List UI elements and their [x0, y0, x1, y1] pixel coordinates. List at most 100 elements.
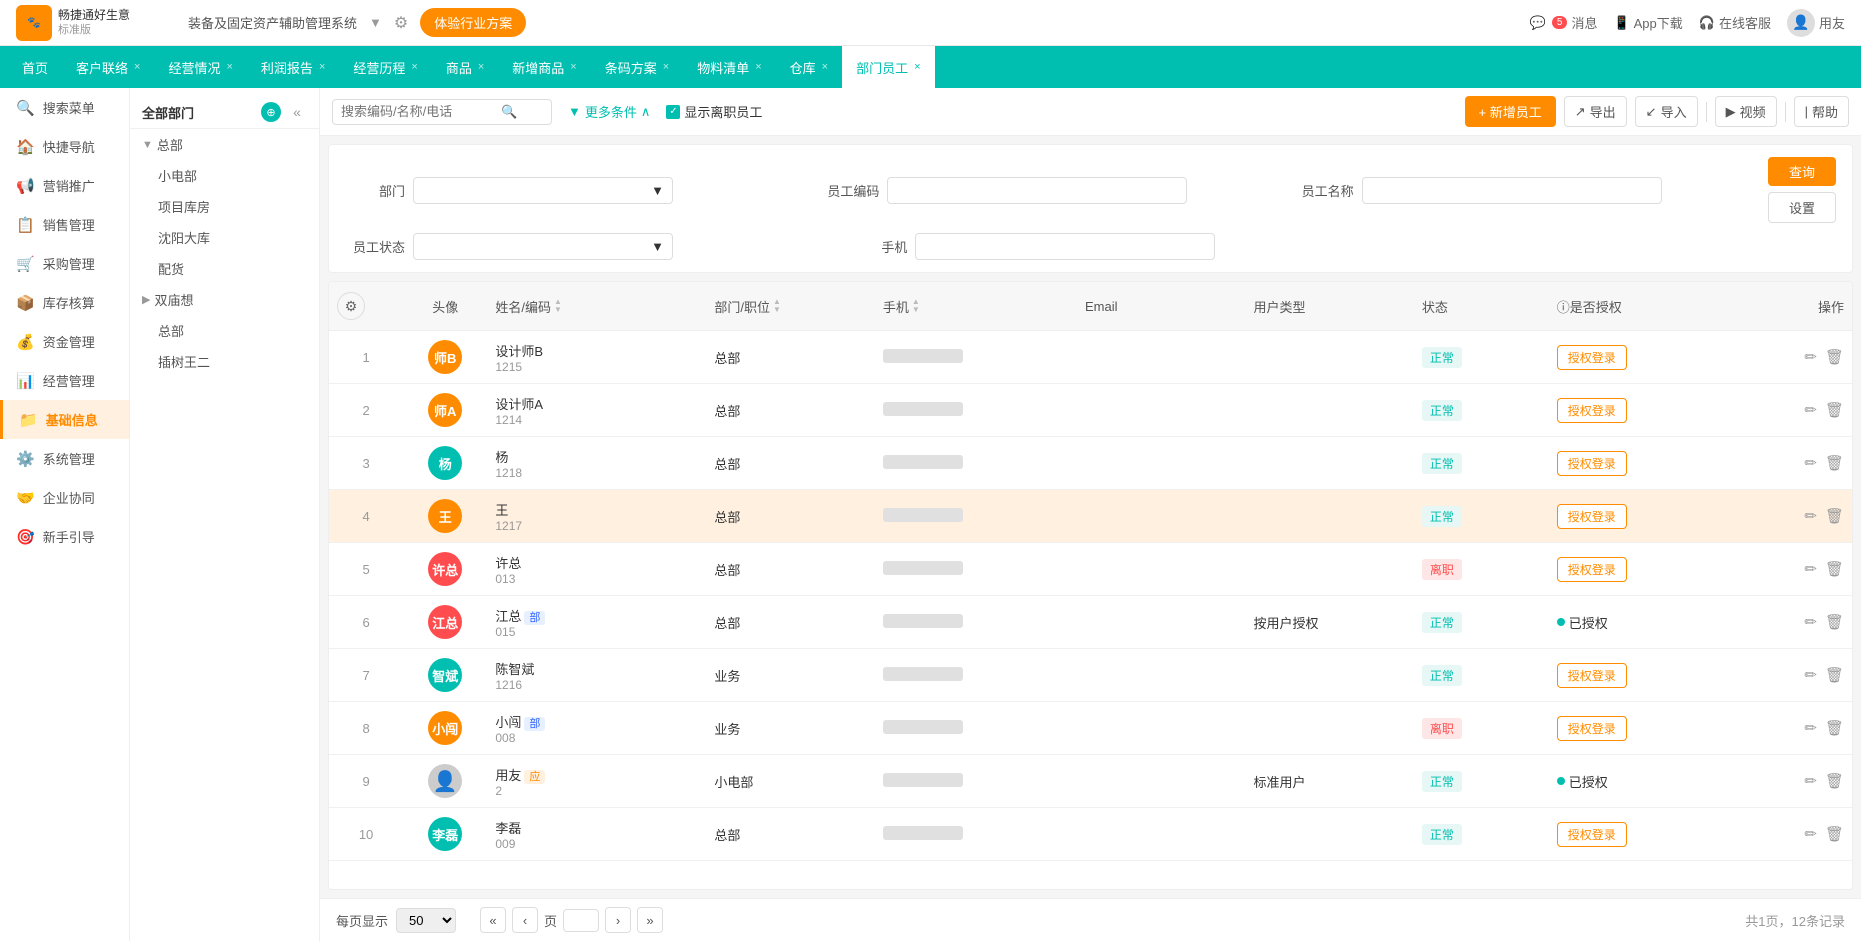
sidebar-item-collab[interactable]: 🤝 企业协同	[0, 478, 129, 517]
edit-icon[interactable]: ✏	[1804, 454, 1817, 472]
sidebar-item-purchase[interactable]: 🛒 采购管理	[0, 244, 129, 283]
tab-operation[interactable]: 经营情况×	[154, 46, 246, 88]
edit-icon[interactable]: ✏	[1804, 825, 1817, 843]
delete-icon[interactable]: 🗑	[1825, 666, 1844, 684]
dept-item-shuangmiao[interactable]: ▶ 双庙想	[130, 284, 319, 315]
next-page-btn[interactable]: ›	[605, 907, 631, 933]
tab-goods[interactable]: 商品×	[432, 46, 498, 88]
emp-code-input[interactable]	[887, 177, 1187, 204]
edit-icon[interactable]: ✏	[1804, 772, 1817, 790]
tab-history[interactable]: 经营历程×	[339, 46, 431, 88]
delete-icon[interactable]: 🗑	[1825, 613, 1844, 631]
search-input-wrap[interactable]: 🔍	[332, 99, 552, 125]
authorize-button[interactable]: 授权登录	[1557, 504, 1627, 529]
sidebar-item-inventory[interactable]: 📦 库存核算	[0, 283, 129, 322]
emp-status-select[interactable]: ▼	[413, 233, 673, 260]
tab-new-goods[interactable]: 新增商品×	[498, 46, 590, 88]
sort-dept[interactable]: 部门/职位 ▲▼	[714, 297, 866, 316]
sidebar-item-nav[interactable]: 🏠 快捷导航	[0, 127, 129, 166]
emp-name-input[interactable]	[1362, 177, 1662, 204]
tab-warehouse[interactable]: 仓库×	[776, 46, 842, 88]
sidebar-item-system[interactable]: ⚙️ 系统管理	[0, 439, 129, 478]
tab-barcode[interactable]: 条码方案×	[591, 46, 683, 88]
last-page-btn[interactable]: »	[637, 907, 663, 933]
dept-select[interactable]: ▼	[413, 177, 673, 204]
close-icon[interactable]: ×	[570, 61, 576, 73]
close-icon[interactable]: ×	[319, 61, 325, 73]
dept-item-chashuwang[interactable]: 插树王二	[130, 346, 319, 377]
sort-name[interactable]: 姓名/编码 ▲▼	[495, 297, 698, 316]
tab-home[interactable]: 首页	[8, 46, 62, 88]
query-button[interactable]: 查询	[1768, 157, 1836, 186]
setting-button[interactable]: 设置	[1768, 192, 1836, 223]
edit-icon[interactable]: ✏	[1804, 401, 1817, 419]
tab-customer[interactable]: 客户联络×	[62, 46, 154, 88]
online-service-item[interactable]: 🎧 在线客服	[1699, 13, 1771, 32]
authorize-button[interactable]: 授权登录	[1557, 663, 1627, 688]
search-input[interactable]	[341, 104, 501, 119]
user-item[interactable]: 👤 用友	[1787, 9, 1845, 37]
sidebar-item-marketing[interactable]: 📢 营销推广	[0, 166, 129, 205]
delete-icon[interactable]: 🗑	[1825, 719, 1844, 737]
page-input[interactable]: 1	[563, 909, 599, 932]
close-icon[interactable]: ×	[478, 61, 484, 73]
show-resigned-toggle[interactable]: ✓ 显示离职员工	[666, 102, 762, 121]
more-conditions-btn[interactable]: ▼ 更多条件 ∧	[560, 98, 658, 125]
edit-icon[interactable]: ✏	[1804, 348, 1817, 366]
edit-icon[interactable]: ✏	[1804, 613, 1817, 631]
dropdown-arrow-icon[interactable]: ▼	[369, 15, 382, 30]
prev-page-btn[interactable]: ‹	[512, 907, 538, 933]
sort-phone[interactable]: 手机 ▲▼	[883, 297, 1069, 316]
close-icon[interactable]: ×	[822, 61, 828, 73]
delete-icon[interactable]: 🗑	[1825, 825, 1844, 843]
first-page-btn[interactable]: «	[480, 907, 506, 933]
edit-icon[interactable]: ✏	[1804, 666, 1817, 684]
sidebar-item-manage[interactable]: 📊 经营管理	[0, 361, 129, 400]
app-download-item[interactable]: 📱 App下载	[1613, 13, 1682, 32]
close-icon[interactable]: ×	[134, 61, 140, 73]
dept-item-shenyang[interactable]: 沈阳大库	[130, 222, 319, 253]
close-icon[interactable]: ×	[663, 61, 669, 73]
th-name[interactable]: 姓名/编码 ▲▼	[487, 282, 706, 331]
table-settings-icon[interactable]: ⚙	[337, 292, 365, 320]
trial-button[interactable]: 体验行业方案	[420, 8, 526, 37]
sidebar-item-finance[interactable]: 💰 资金管理	[0, 322, 129, 361]
close-icon[interactable]: ×	[226, 61, 232, 73]
sidebar-item-guide[interactable]: 🎯 新手引导	[0, 517, 129, 556]
dept-item-distribution[interactable]: 配货	[130, 253, 319, 284]
phone-input[interactable]	[915, 233, 1215, 260]
edit-icon[interactable]: ✏	[1804, 719, 1817, 737]
authorize-button[interactable]: 授权登录	[1557, 398, 1627, 423]
dept-item-corp[interactable]: ▼ 总部	[130, 129, 319, 160]
delete-icon[interactable]: 🗑	[1825, 560, 1844, 578]
authorize-button[interactable]: 授权登录	[1557, 451, 1627, 476]
th-dept[interactable]: 部门/职位 ▲▼	[706, 282, 874, 331]
help-button[interactable]: | 帮助	[1794, 96, 1849, 127]
dept-fold-icon[interactable]: «	[287, 102, 307, 122]
edit-icon[interactable]: ✏	[1804, 560, 1817, 578]
delete-icon[interactable]: 🗑	[1825, 507, 1844, 525]
close-active-icon[interactable]: ×	[914, 61, 920, 73]
settings-gear-icon[interactable]: ⚙	[394, 13, 408, 33]
message-item[interactable]: 💬 5 消息	[1530, 13, 1598, 32]
authorize-button[interactable]: 授权登录	[1557, 822, 1627, 847]
dept-item-small-elec[interactable]: 小电部	[130, 160, 319, 191]
dept-expand-icon[interactable]: ⊕	[261, 102, 281, 122]
authorize-button[interactable]: 授权登录	[1557, 557, 1627, 582]
authorize-button[interactable]: 授权登录	[1557, 716, 1627, 741]
delete-icon[interactable]: 🗑	[1825, 401, 1844, 419]
close-icon[interactable]: ×	[411, 61, 417, 73]
sidebar-item-search[interactable]: 🔍 搜索菜单	[0, 88, 129, 127]
dept-item-project[interactable]: 项目库房	[130, 191, 319, 222]
video-button[interactable]: ▶ 视频	[1715, 96, 1777, 127]
dept-item-hq[interactable]: 总部	[130, 315, 319, 346]
sidebar-item-basic[interactable]: 📁 基础信息	[0, 400, 129, 439]
delete-icon[interactable]: 🗑	[1825, 454, 1844, 472]
tab-bom[interactable]: 物料清单×	[683, 46, 775, 88]
page-size-select[interactable]: 50 100	[396, 908, 456, 933]
add-employee-button[interactable]: + 新增员工	[1465, 96, 1556, 127]
export-button[interactable]: ↗ 导出	[1564, 96, 1627, 127]
tab-profit[interactable]: 利润报告×	[247, 46, 339, 88]
authorize-button[interactable]: 授权登录	[1557, 345, 1627, 370]
sidebar-item-sales[interactable]: 📋 销售管理	[0, 205, 129, 244]
